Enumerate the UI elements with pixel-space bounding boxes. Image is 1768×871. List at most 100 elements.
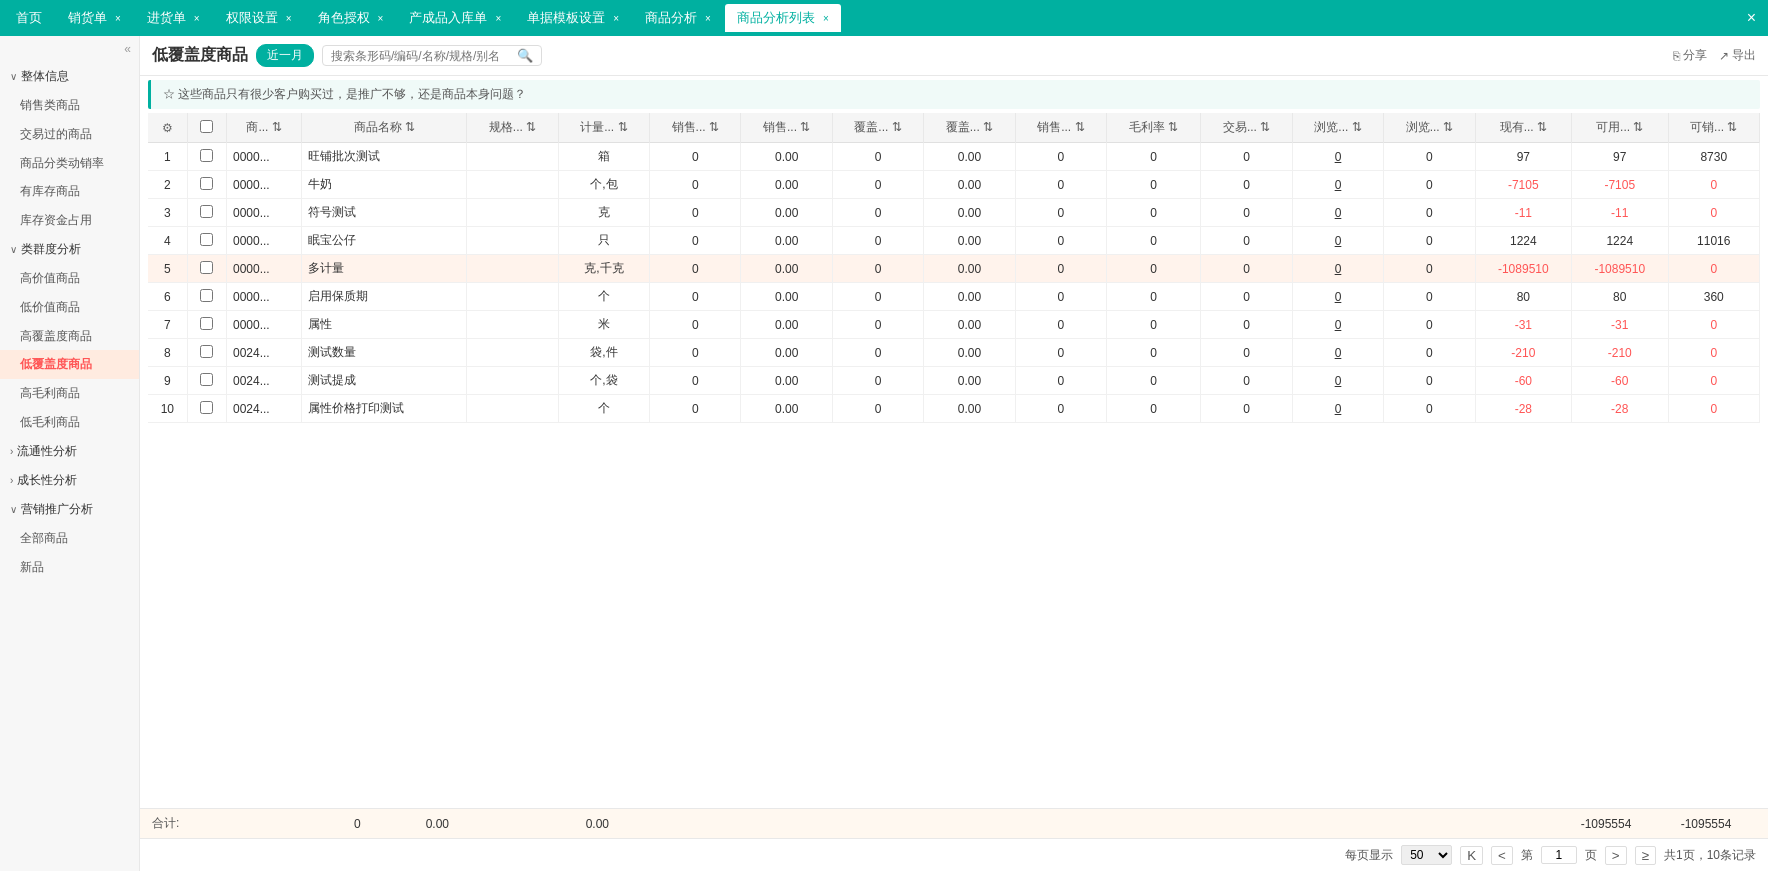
cell-browse1[interactable]: 0 bbox=[1292, 227, 1383, 255]
nav-tab-analysis-list-close[interactable]: × bbox=[823, 13, 829, 24]
nav-tab-home[interactable]: 首页 bbox=[4, 4, 54, 32]
nav-tab-product-in-close[interactable]: × bbox=[495, 13, 501, 24]
row-checkbox[interactable] bbox=[200, 149, 213, 162]
col-transaction[interactable]: 交易... ⇅ bbox=[1201, 113, 1292, 143]
cell-browse1[interactable]: 0 bbox=[1292, 283, 1383, 311]
row-checkbox[interactable] bbox=[200, 373, 213, 386]
cell-browse1[interactable]: 0 bbox=[1292, 171, 1383, 199]
sidebar-section-cluster[interactable]: ∨ 类群度分析 bbox=[0, 235, 139, 264]
page-number-input[interactable] bbox=[1541, 846, 1577, 864]
sidebar-item-category-rate[interactable]: 商品分类动销率 bbox=[0, 149, 139, 178]
sidebar-section-growth-label: 成长性分析 bbox=[17, 472, 77, 489]
last-page-button[interactable]: ≥ bbox=[1635, 846, 1656, 865]
nav-tab-purchase[interactable]: 进货单 × bbox=[135, 4, 212, 32]
row-checkbox[interactable] bbox=[200, 177, 213, 190]
sidebar-item-low-margin[interactable]: 低毛利商品 bbox=[0, 408, 139, 437]
prev-page-button[interactable]: < bbox=[1491, 846, 1513, 865]
sidebar-item-sales-products[interactable]: 销售类商品 bbox=[0, 91, 139, 120]
sidebar-item-stock-capital[interactable]: 库存资金占用 bbox=[0, 206, 139, 235]
table-container[interactable]: ⚙ 商... ⇅ 商品名称 ⇅ 规格... ⇅ 计量... ⇅ 销售... ⇅ … bbox=[140, 113, 1768, 808]
cell-checkbox[interactable] bbox=[187, 143, 226, 171]
export-button[interactable]: ↗ 导出 bbox=[1719, 47, 1756, 64]
per-page-select[interactable]: 50 10 20 100 bbox=[1401, 845, 1452, 865]
sidebar-item-low-coverage[interactable]: 低覆盖度商品 bbox=[0, 350, 139, 379]
nav-tab-analysis-list[interactable]: 商品分析列表 × bbox=[725, 4, 841, 32]
nav-tab-product-in[interactable]: 产成品入库单 × bbox=[397, 4, 513, 32]
col-current-stock[interactable]: 现有... ⇅ bbox=[1475, 113, 1571, 143]
cell-transaction: 0 bbox=[1201, 171, 1292, 199]
sidebar-section-liquidity[interactable]: › 流通性分析 bbox=[0, 437, 139, 466]
nav-tab-permission[interactable]: 权限设置 × bbox=[214, 4, 304, 32]
nav-tab-permission-close[interactable]: × bbox=[286, 13, 292, 24]
col-name[interactable]: 商品名称 ⇅ bbox=[302, 113, 467, 143]
cell-browse1[interactable]: 0 bbox=[1292, 367, 1383, 395]
first-page-button[interactable]: K bbox=[1460, 846, 1483, 865]
close-all-button[interactable]: × bbox=[1739, 9, 1764, 27]
col-spec[interactable]: 规格... ⇅ bbox=[467, 113, 558, 143]
col-unit[interactable]: 计量... ⇅ bbox=[558, 113, 649, 143]
sidebar-section-overall[interactable]: ∨ 整体信息 bbox=[0, 62, 139, 91]
cell-checkbox[interactable] bbox=[187, 311, 226, 339]
row-checkbox[interactable] bbox=[200, 261, 213, 274]
col-code[interactable]: 商... ⇅ bbox=[227, 113, 302, 143]
col-browse2[interactable]: 浏览... ⇅ bbox=[1384, 113, 1475, 143]
col-sales3[interactable]: 销售... ⇅ bbox=[1015, 113, 1106, 143]
row-checkbox[interactable] bbox=[200, 289, 213, 302]
col-checkbox[interactable] bbox=[187, 113, 226, 143]
col-sales-amt[interactable]: 销售... ⇅ bbox=[741, 113, 832, 143]
nav-tab-analysis-close[interactable]: × bbox=[705, 13, 711, 24]
cell-checkbox[interactable] bbox=[187, 199, 226, 227]
cell-code: 0000... bbox=[227, 199, 302, 227]
row-checkbox[interactable] bbox=[200, 401, 213, 414]
nav-tab-purchase-close[interactable]: × bbox=[194, 13, 200, 24]
share-button[interactable]: ⎘ 分享 bbox=[1673, 47, 1707, 64]
col-browse1[interactable]: 浏览... ⇅ bbox=[1292, 113, 1383, 143]
cell-browse1[interactable]: 0 bbox=[1292, 311, 1383, 339]
filter-month-button[interactable]: 近一月 bbox=[256, 44, 314, 67]
col-coverage1[interactable]: 覆盖... ⇅ bbox=[832, 113, 923, 143]
search-input[interactable] bbox=[331, 49, 513, 63]
cell-browse1[interactable]: 0 bbox=[1292, 199, 1383, 227]
sidebar-item-new-products[interactable]: 新品 bbox=[0, 553, 139, 582]
cell-checkbox[interactable] bbox=[187, 255, 226, 283]
cell-checkbox[interactable] bbox=[187, 227, 226, 255]
col-available-stock[interactable]: 可用... ⇅ bbox=[1572, 113, 1668, 143]
cell-browse1[interactable]: 0 bbox=[1292, 395, 1383, 423]
nav-tab-template[interactable]: 单据模板设置 × bbox=[515, 4, 631, 32]
cell-checkbox[interactable] bbox=[187, 171, 226, 199]
nav-tab-sales[interactable]: 销货单 × bbox=[56, 4, 133, 32]
sidebar-section-growth[interactable]: › 成长性分析 bbox=[0, 466, 139, 495]
nav-tab-analysis[interactable]: 商品分析 × bbox=[633, 4, 723, 32]
row-checkbox[interactable] bbox=[200, 233, 213, 246]
sidebar-section-marketing[interactable]: ∨ 营销推广分析 bbox=[0, 495, 139, 524]
next-page-button[interactable]: > bbox=[1605, 846, 1627, 865]
sidebar-item-high-value[interactable]: 高价值商品 bbox=[0, 264, 139, 293]
nav-tab-role-close[interactable]: × bbox=[378, 13, 384, 24]
col-settings[interactable]: ⚙ bbox=[148, 113, 187, 143]
col-gross-margin[interactable]: 毛利率 ⇅ bbox=[1107, 113, 1201, 143]
cell-checkbox[interactable] bbox=[187, 339, 226, 367]
select-all-checkbox[interactable] bbox=[200, 120, 213, 133]
sidebar-item-stock-products[interactable]: 有库存商品 bbox=[0, 177, 139, 206]
sidebar-item-traded-products[interactable]: 交易过的商品 bbox=[0, 120, 139, 149]
sidebar-collapse-button[interactable]: « bbox=[0, 36, 139, 62]
cell-checkbox[interactable] bbox=[187, 395, 226, 423]
cell-browse1[interactable]: 0 bbox=[1292, 255, 1383, 283]
sidebar-item-all-products[interactable]: 全部商品 bbox=[0, 524, 139, 553]
nav-tab-role[interactable]: 角色授权 × bbox=[306, 4, 396, 32]
col-coverage2[interactable]: 覆盖... ⇅ bbox=[924, 113, 1015, 143]
row-checkbox[interactable] bbox=[200, 317, 213, 330]
row-checkbox[interactable] bbox=[200, 345, 213, 358]
cell-checkbox[interactable] bbox=[187, 283, 226, 311]
sidebar-item-high-margin[interactable]: 高毛利商品 bbox=[0, 379, 139, 408]
sidebar-item-low-value[interactable]: 低价值商品 bbox=[0, 293, 139, 322]
nav-tab-sales-close[interactable]: × bbox=[115, 13, 121, 24]
cell-browse1[interactable]: 0 bbox=[1292, 143, 1383, 171]
nav-tab-template-close[interactable]: × bbox=[613, 13, 619, 24]
row-checkbox[interactable] bbox=[200, 205, 213, 218]
sidebar-item-high-coverage[interactable]: 高覆盖度商品 bbox=[0, 322, 139, 351]
cell-checkbox[interactable] bbox=[187, 367, 226, 395]
col-sellable[interactable]: 可销... ⇅ bbox=[1668, 113, 1759, 143]
cell-browse1[interactable]: 0 bbox=[1292, 339, 1383, 367]
col-sales-qty[interactable]: 销售... ⇅ bbox=[650, 113, 741, 143]
